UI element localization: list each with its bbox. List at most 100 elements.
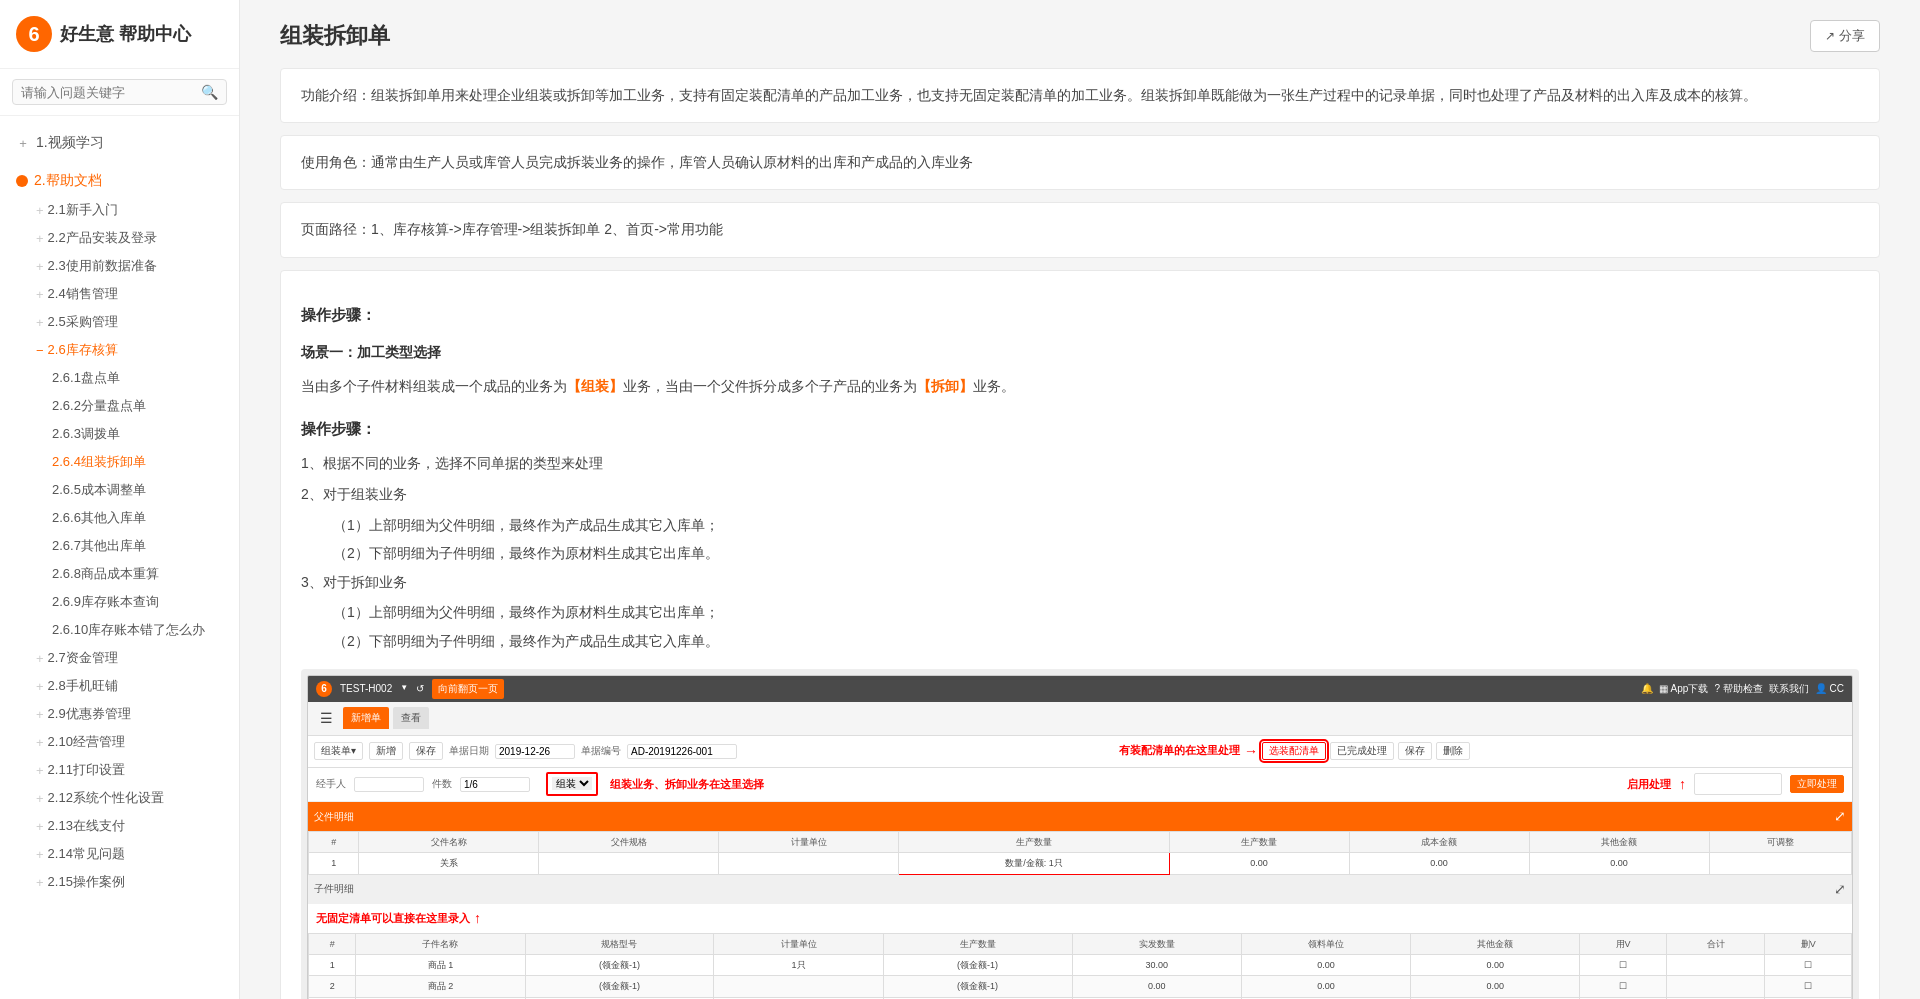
parent-header-icon: ⤢ xyxy=(1834,804,1846,829)
nav-section-docs: 2.帮助文档 + 2.1新手入门 + 2.2产品安装及登录 + 2.3使用前数据… xyxy=(0,162,239,900)
sidebar-toggle[interactable]: ☰ xyxy=(320,706,333,731)
parent-table-container: # 父件名称 父件规格 计量单位 生产数量 生产数量 成本金额 其他金额 可调整 xyxy=(308,831,1852,874)
col-parent-cost: 成本金额 xyxy=(1349,832,1529,853)
qty-label: 件数 xyxy=(432,775,452,793)
logo-area: 6 好生意 帮助中心 xyxy=(0,0,239,69)
parent-table-header: 父件明细 ⤢ xyxy=(308,802,1852,831)
type-select-highlighted: 组装 拆卸 xyxy=(546,772,598,796)
content-header: 组装拆卸单 ↗ 分享 xyxy=(240,0,1920,68)
breadcrumb-text: 页面路径：1、库存核算->库存管理->组装拆卸单 2、首页->常用功能 xyxy=(301,221,723,237)
annotation-enable: 启用处理 xyxy=(1627,775,1671,795)
handler-label: 经手人 xyxy=(316,775,346,793)
sidebar-item-cases[interactable]: + 2.15操作案例 xyxy=(0,868,239,896)
sidebar-item-install[interactable]: + 2.2产品安装及登录 xyxy=(0,224,239,252)
plus-icon-install: + xyxy=(36,231,44,246)
next-btn[interactable]: 向前翻页一页 xyxy=(432,679,504,699)
sidebar-item-finance[interactable]: + 2.7资金管理 xyxy=(0,644,239,672)
share-button[interactable]: ↗ 分享 xyxy=(1810,20,1880,52)
btn-apply[interactable]: 立即处理 xyxy=(1790,775,1844,793)
btn-assemble[interactable]: 组装单▾ xyxy=(314,742,363,760)
ccol-no: # xyxy=(309,934,356,955)
sidebar-item-payment[interactable]: + 2.13在线支付 xyxy=(0,812,239,840)
main-content: 组装拆卸单 ↗ 分享 功能介绍：组装拆卸单用来处理企业组装或拆卸等加工业务，支持… xyxy=(240,0,1920,999)
form-row: 经手人 件数 组装 拆卸 xyxy=(308,768,1852,802)
search-box: 🔍 xyxy=(12,79,227,105)
parent-header-label: 父件明细 xyxy=(314,808,354,826)
sidebar-item-help-docs[interactable]: 2.帮助文档 xyxy=(0,166,239,196)
sidebar-item-purchase[interactable]: + 2.5采购管理 xyxy=(0,308,239,336)
sidebar-label-video: 1.视频学习 xyxy=(36,134,104,152)
assemble-keyword: 【组装】 xyxy=(567,378,623,394)
sidebar-item-2-6-1[interactable]: 2.6.1盘点单 xyxy=(0,364,239,392)
ccol-name: 子件名称 xyxy=(356,934,525,955)
sidebar-item-2-6-9[interactable]: 2.6.9库存账本查询 xyxy=(0,588,239,616)
sidebar-item-print[interactable]: + 2.11打印设置 xyxy=(0,756,239,784)
sidebar-item-2-6-10[interactable]: 2.6.10库存账本错了怎么办 xyxy=(0,616,239,644)
sidebar-item-2-6-3[interactable]: 2.6.3调拨单 xyxy=(0,420,239,448)
sidebar-item-2-6-8[interactable]: 2.6.8商品成本重算 xyxy=(0,560,239,588)
btn-save[interactable]: 保存 xyxy=(409,742,443,760)
annotation-row: 无固定清单可以直接在这里录入 ↑ xyxy=(308,904,1852,933)
sidebar-item-beginner[interactable]: + 2.1新手入门 xyxy=(0,196,239,224)
sidebar-item-2-6-7[interactable]: 2.6.7其他出库单 xyxy=(0,532,239,560)
sidebar-item-inventory[interactable]: − 2.6库存核算 xyxy=(0,336,239,364)
operations-block: 操作步骤： 场景一：加工类型选择 当由多个子件材料组装成一个成品的业务为【组装】… xyxy=(280,270,1880,999)
form-no-input[interactable] xyxy=(627,744,737,759)
circle-icon xyxy=(16,175,28,187)
sidebar-item-ops[interactable]: + 2.10经营管理 xyxy=(0,728,239,756)
parent-row-1: 1 关系 数量/金额: 1只 0.00 0.00 0.00 xyxy=(309,853,1852,874)
sidebar-item-faq[interactable]: + 2.14常见问题 xyxy=(0,840,239,868)
ccol-actual: 实发数量 xyxy=(1072,934,1241,955)
child-table-container: # 子件名称 规格型号 计量单位 生产数量 实发数量 领料单位 其他金额 用V xyxy=(308,933,1852,999)
tab-new-order[interactable]: 新增单 xyxy=(343,707,389,729)
ccol-unit: 计量单位 xyxy=(714,934,883,955)
btn-del[interactable]: 删除 xyxy=(1436,742,1470,760)
enable-input[interactable] xyxy=(1703,777,1773,790)
sidebar-item-mobile[interactable]: + 2.8手机旺铺 xyxy=(0,672,239,700)
child-header-label: 子件明细 xyxy=(314,880,354,898)
sidebar-item-sales[interactable]: + 2.4销售管理 xyxy=(0,280,239,308)
col-parent-other: 其他金额 xyxy=(1529,832,1709,853)
plus-icon-settings: + xyxy=(36,791,44,806)
sidebar-item-coupon[interactable]: + 2.9优惠券管理 xyxy=(0,700,239,728)
sidebar-item-2-6-6[interactable]: 2.6.6其他入库单 xyxy=(0,504,239,532)
plus-icon-cases: + xyxy=(36,875,44,890)
btn-select-bom[interactable]: 选装配清单 xyxy=(1262,742,1326,760)
refresh-icon: ↺ xyxy=(416,680,424,698)
form-date-label: 单据日期 xyxy=(449,742,489,760)
help-icon: ? 帮助检查 xyxy=(1714,680,1762,698)
window-tabs: ☰ 新增单 查看 xyxy=(308,702,1852,736)
sidebar-item-2-6-2[interactable]: 2.6.2分量盘点单 xyxy=(0,392,239,420)
search-input[interactable] xyxy=(21,85,201,100)
logo-text: 好生意 帮助中心 xyxy=(60,22,191,46)
sidebar-item-video-learning[interactable]: + 1.视频学习 xyxy=(0,128,239,158)
sidebar-item-data-prep[interactable]: + 2.3使用前数据准备 xyxy=(0,252,239,280)
apps-icon: ▦ App下载 xyxy=(1659,680,1708,698)
page-title: 组装拆卸单 xyxy=(280,21,390,51)
cell-no: 1 xyxy=(309,853,359,874)
btn-new[interactable]: 新增 xyxy=(369,742,403,760)
scenario1-title: 场景一：加工类型选择 xyxy=(301,340,1859,365)
form-date-input[interactable] xyxy=(495,744,575,759)
handler-input[interactable] xyxy=(354,777,424,792)
col-parent-unit: 计量单位 xyxy=(719,832,899,853)
cell-cost: 0.00 xyxy=(1349,853,1529,874)
col-parent-spec: 父件规格 xyxy=(539,832,719,853)
annotation-type: 组装业务、拆卸业务在这里选择 xyxy=(610,775,764,795)
type-select[interactable]: 组装 拆卸 xyxy=(552,777,592,790)
contact-icon: 联系我们 xyxy=(1769,680,1809,698)
btn-finalize[interactable]: 已完成处理 xyxy=(1330,742,1394,760)
nav-sub-list-docs: + 2.1新手入门 + 2.2产品安装及登录 + 2.3使用前数据准备 + 2.… xyxy=(0,196,239,896)
sidebar-item-settings[interactable]: + 2.12系统个性化设置 xyxy=(0,784,239,812)
col-parent-adj: 可调整 xyxy=(1709,832,1851,853)
screenshot-window: 6 TEST-H002 ▼ ↺ 向前翻页一页 🔔 ▦ App下载 ? 帮助检查 … xyxy=(307,675,1853,1000)
sidebar-item-2-6-5[interactable]: 2.6.5成本调整单 xyxy=(0,476,239,504)
btn-other[interactable]: 保存 xyxy=(1398,742,1432,760)
search-icon[interactable]: 🔍 xyxy=(201,84,218,100)
ccol-other: 其他金额 xyxy=(1411,934,1580,955)
tab-view[interactable]: 查看 xyxy=(393,707,429,729)
plus-icon-print: + xyxy=(36,763,44,778)
user-avatar: 👤 CC xyxy=(1815,680,1844,698)
sidebar-item-2-6-4[interactable]: 2.6.4组装拆卸单 xyxy=(0,448,239,476)
qty-input[interactable] xyxy=(460,777,530,792)
